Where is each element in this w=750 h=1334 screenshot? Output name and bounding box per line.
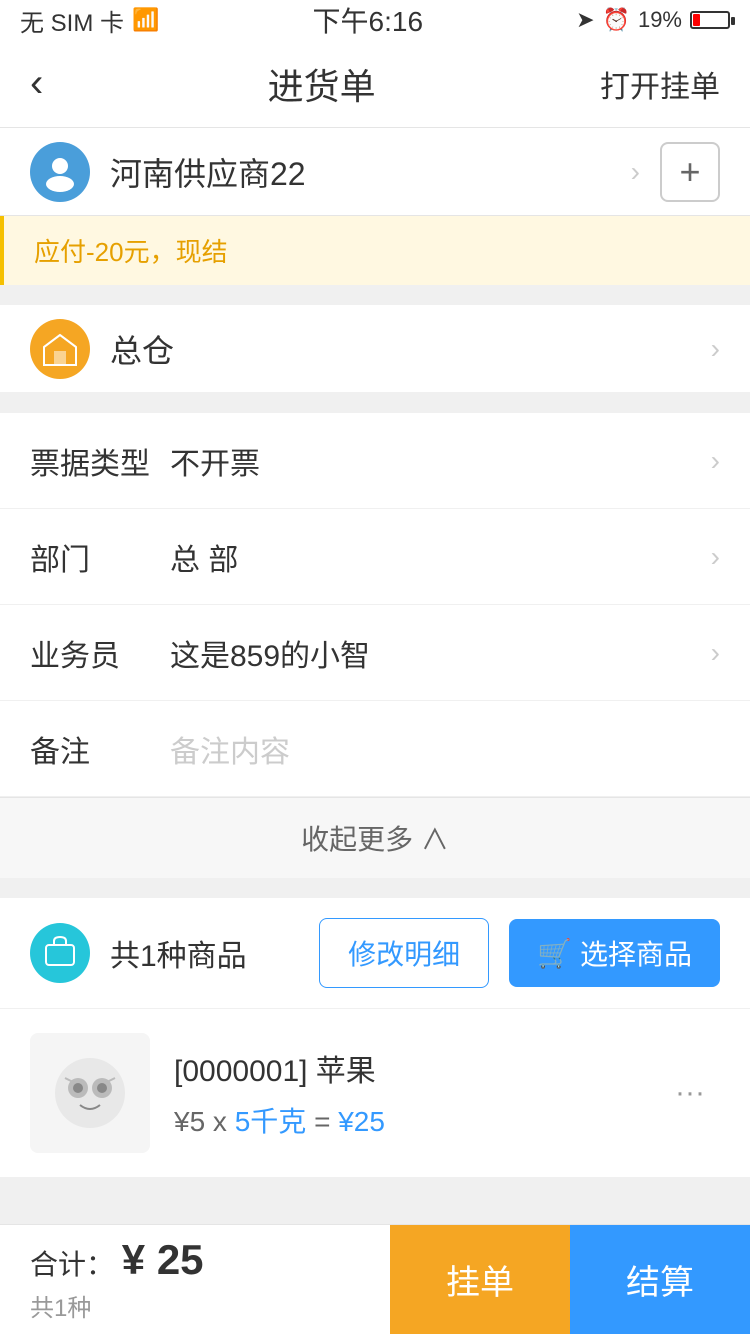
status-right: ➤ ⏰ 19% [576, 7, 730, 33]
product-section: 共1种商品 修改明细 🛒 选择商品 [0, 898, 750, 1178]
supplier-avatar [30, 142, 90, 202]
select-product-label: 选择商品 [580, 933, 692, 973]
battery-percent: 19% [638, 7, 682, 33]
alarm-icon: ⏰ [603, 7, 630, 33]
time-label: 下午6:16 [313, 0, 424, 40]
total-amount: ¥ 25 [122, 1236, 204, 1283]
main-content: 河南供应商22 › + 应付-20元，现结 总仓 › 票据类型 [0, 128, 750, 1308]
cart-add-icon: 🛒 [537, 937, 572, 970]
notice-bar: 应付-20元，现结 [0, 216, 750, 285]
edit-detail-button[interactable]: 修改明细 [319, 918, 489, 988]
supplier-chevron-icon: › [631, 156, 640, 188]
collapse-label: 收起更多 ∧ [301, 824, 449, 855]
dept-value: 总 部 [170, 535, 711, 579]
product-thumbnail [30, 1033, 150, 1153]
location-icon: ➤ [576, 7, 594, 33]
warehouse-icon [30, 319, 90, 379]
back-button[interactable]: ‹ [30, 61, 43, 106]
total-row: 合计： ¥ 25 [30, 1236, 360, 1284]
equals: = [314, 1106, 338, 1137]
select-product-button[interactable]: 🛒 选择商品 [509, 919, 720, 987]
product-header: 共1种商品 修改明细 🛒 选择商品 [0, 898, 750, 1009]
supplier-section: 河南供应商22 › + 应付-20元，现结 [0, 128, 750, 285]
product-info: [0000001] 苹果 ¥5 x 5千克 = ¥25 [174, 1046, 660, 1140]
status-left: 无 SIM 卡 📶 [20, 3, 159, 38]
product-code: [0000001] [174, 1055, 316, 1088]
unit-price: ¥5 x [174, 1106, 235, 1137]
remark-row[interactable]: 备注 备注内容 [0, 701, 750, 797]
product-count: 共1种商品 [110, 931, 319, 975]
person-icon [40, 152, 80, 192]
invoice-chevron-icon: › [711, 445, 720, 477]
collapse-row[interactable]: 收起更多 ∧ [0, 797, 750, 878]
invoice-row[interactable]: 票据类型 不开票 › [0, 413, 750, 509]
product-image [50, 1053, 130, 1133]
total-label: 合计： [30, 1249, 114, 1280]
total-section: 合计： ¥ 25 共1种 [0, 1236, 390, 1323]
more-button[interactable]: ··· [660, 1073, 720, 1113]
form-section: 票据类型 不开票 › 部门 总 部 › 业务员 这是859的小智 › 备注 备注… [0, 413, 750, 878]
total-count: 共1种 [30, 1288, 360, 1323]
checkout-button[interactable]: 结算 [570, 1225, 750, 1334]
page-title: 进货单 [268, 58, 376, 110]
supplier-name: 河南供应商22 [110, 149, 631, 195]
carrier-label: 无 SIM 卡 [20, 3, 124, 38]
warehouse-row[interactable]: 总仓 › [0, 305, 750, 393]
add-button[interactable]: + [660, 142, 720, 202]
dept-row[interactable]: 部门 总 部 › [0, 509, 750, 605]
invoice-value: 不开票 [170, 439, 711, 483]
dept-label: 部门 [30, 535, 170, 579]
sales-value: 这是859的小智 [170, 631, 711, 675]
dept-chevron-icon: › [711, 541, 720, 573]
invoice-label: 票据类型 [30, 439, 170, 483]
nav-bar: ‹ 进货单 打开挂单 [0, 40, 750, 128]
sales-row[interactable]: 业务员 这是859的小智 › [0, 605, 750, 701]
product-icon [30, 923, 90, 983]
open-pending-button[interactable]: 打开挂单 [600, 62, 720, 106]
supplier-row[interactable]: 河南供应商22 › + [0, 128, 750, 216]
sales-chevron-icon: › [711, 637, 720, 669]
cart-icon [42, 935, 78, 971]
remark-label: 备注 [30, 727, 170, 771]
battery-icon [690, 11, 730, 29]
house-icon [42, 331, 78, 367]
warehouse-chevron-icon: › [711, 333, 720, 365]
status-bar: 无 SIM 卡 📶 下午6:16 ➤ ⏰ 19% [0, 0, 750, 40]
product-title: 苹果 [316, 1055, 376, 1088]
bottom-bar: 合计： ¥ 25 共1种 挂单 结算 [0, 1224, 750, 1334]
product-price: ¥5 x 5千克 = ¥25 [174, 1100, 660, 1140]
sales-label: 业务员 [30, 631, 170, 675]
remark-input[interactable]: 备注内容 [170, 727, 720, 771]
total-price: ¥25 [338, 1106, 385, 1137]
warehouse-section: 总仓 › [0, 305, 750, 393]
notice-text: 应付-20元，现结 [34, 237, 228, 267]
product-item: [0000001] 苹果 ¥5 x 5千克 = ¥25 ··· [0, 1009, 750, 1178]
quantity: 5千克 [235, 1106, 307, 1137]
hang-order-button[interactable]: 挂单 [390, 1225, 570, 1334]
product-name: [0000001] 苹果 [174, 1046, 660, 1090]
warehouse-name: 总仓 [110, 326, 711, 372]
wifi-icon: 📶 [132, 7, 159, 33]
